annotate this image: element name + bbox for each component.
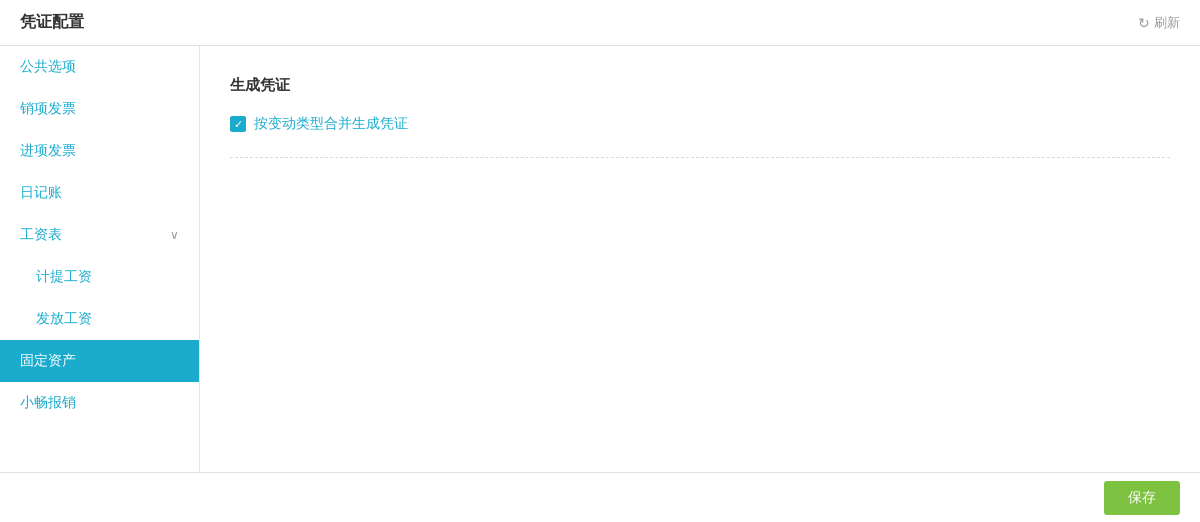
chevron-down-icon: ∨: [170, 228, 179, 242]
sidebar-item-expense-report[interactable]: 小畅报销: [0, 382, 199, 424]
sidebar-item-label: 发放工资: [36, 310, 92, 328]
app-container: 凭证配置 ↻ 刷新 公共选项销项发票进项发票日记账工资表 ∨ 计提工资发放工资固定资…: [0, 0, 1200, 522]
sidebar-item-payroll-table[interactable]: 工资表 ∨: [0, 214, 199, 256]
sidebar-item-payroll-distribution[interactable]: 发放工资: [0, 298, 199, 340]
sidebar-item-label: 销项发票: [20, 100, 76, 118]
save-button[interactable]: 保存: [1104, 481, 1180, 515]
sidebar-item-label: 小畅报销: [20, 394, 76, 412]
refresh-label: 刷新: [1154, 14, 1180, 32]
refresh-button[interactable]: ↻ 刷新: [1138, 14, 1180, 32]
main-content: 生成凭证 按变动类型合并生成凭证: [200, 46, 1200, 472]
sidebar-item-fixed-assets[interactable]: 固定资产: [0, 340, 199, 382]
body: 公共选项销项发票进项发票日记账工资表 ∨ 计提工资发放工资固定资产小畅报销 生成凭证…: [0, 46, 1200, 472]
merge-checkbox[interactable]: [230, 116, 246, 132]
sidebar-item-label: 计提工资: [36, 268, 92, 286]
sidebar-item-label: 日记账: [20, 184, 62, 202]
sidebar-item-label: 工资表: [20, 226, 62, 244]
section-divider: [230, 157, 1170, 158]
sidebar-item-payroll-accrual[interactable]: 计提工资: [0, 256, 199, 298]
page-title: 凭证配置: [20, 12, 84, 33]
sidebar-item-label: 固定资产: [20, 352, 76, 370]
sidebar-item-purchase-invoice[interactable]: 进项发票: [0, 130, 199, 172]
checkbox-label: 按变动类型合并生成凭证: [254, 115, 408, 133]
checkbox-row: 按变动类型合并生成凭证: [230, 115, 1170, 133]
sidebar: 公共选项销项发票进项发票日记账工资表 ∨ 计提工资发放工资固定资产小畅报销: [0, 46, 200, 472]
footer: 保存: [0, 472, 1200, 522]
sidebar-item-sales-invoice[interactable]: 销项发票: [0, 88, 199, 130]
sidebar-item-label: 公共选项: [20, 58, 76, 76]
header: 凭证配置 ↻ 刷新: [0, 0, 1200, 46]
section-title: 生成凭证: [230, 76, 1170, 95]
refresh-icon: ↻: [1138, 15, 1150, 31]
sidebar-item-label: 进项发票: [20, 142, 76, 160]
sidebar-item-journal[interactable]: 日记账: [0, 172, 199, 214]
sidebar-item-public-options[interactable]: 公共选项: [0, 46, 199, 88]
